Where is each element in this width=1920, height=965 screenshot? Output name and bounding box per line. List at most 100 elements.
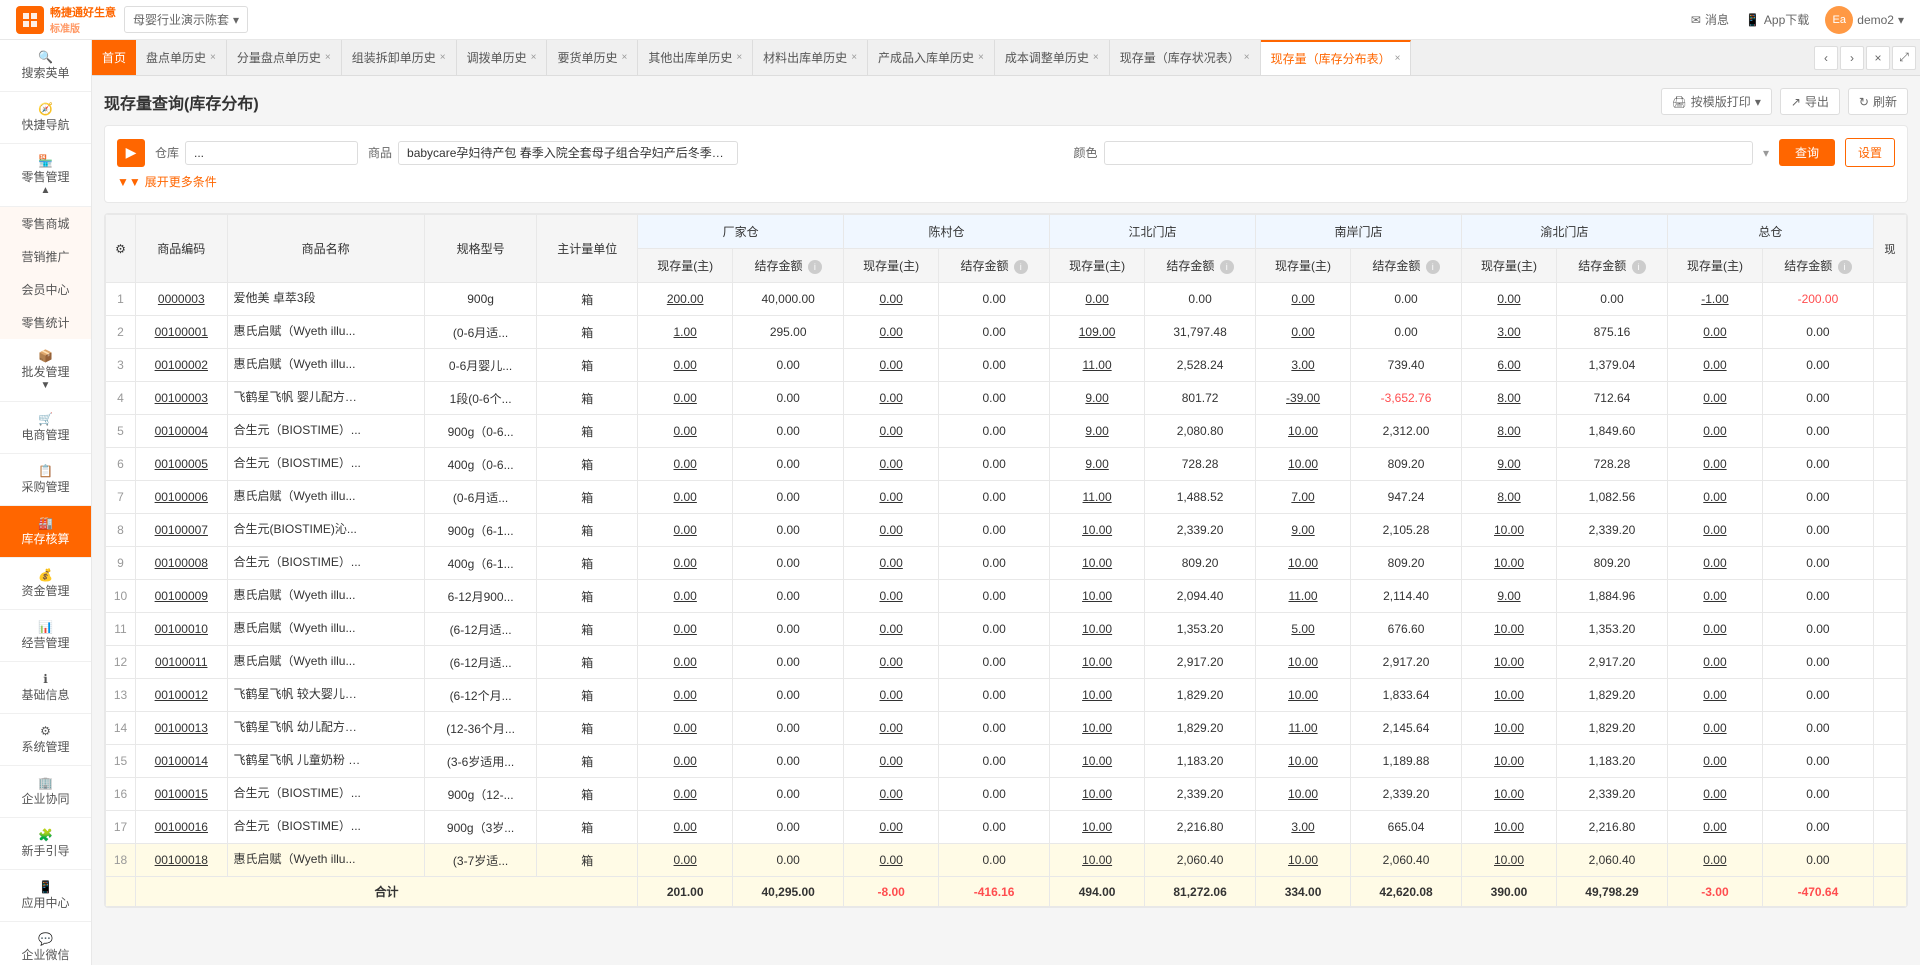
summary-f-amt: 40,295.00 xyxy=(733,877,844,907)
total-amt-info-icon[interactable]: i xyxy=(1838,260,1852,274)
tab-prev-btn[interactable]: ‹ xyxy=(1814,46,1838,70)
expand-arrow[interactable]: ▶ xyxy=(117,139,145,167)
table-row: 16 00100015 合生元（BIOSTIME）... 900g（12-...… xyxy=(106,778,1907,811)
settings-col-header: ⚙ xyxy=(106,215,136,283)
sidebar-item-retail-mall[interactable]: 零售商城 xyxy=(0,207,91,240)
print-btn[interactable]: 🖨 按模版打印 ▾ xyxy=(1661,88,1772,115)
logo-text: 畅捷通好生意 标准版 xyxy=(50,4,116,35)
tab-close-inventory-single[interactable]: × xyxy=(210,52,216,63)
sidebar-item-finance[interactable]: 💰 资金管理 xyxy=(0,558,91,610)
tab-home[interactable]: 首页 xyxy=(92,40,136,76)
tab-close-stock-dist[interactable]: × xyxy=(1395,53,1401,64)
sidebar-item-shortcut[interactable]: 🧭 快捷导航 xyxy=(0,92,91,144)
nanan-qty-header: 现存量(主) xyxy=(1255,249,1350,283)
tab-close-split-inventory[interactable]: × xyxy=(325,52,331,63)
color-label: 颜色 xyxy=(1074,144,1098,161)
user-menu[interactable]: Ea demo2 ▾ xyxy=(1825,6,1904,34)
chevron-down-icon: ▾ xyxy=(1755,95,1761,109)
tab-close-stock-status[interactable]: × xyxy=(1244,52,1250,63)
summary-j-qty: 494.00 xyxy=(1050,877,1145,907)
table-container: ⚙ 商品编码 商品名称 规格型号 主计量单位 厂家仓 陈村仓 江北门店 南岸门店… xyxy=(104,213,1908,908)
top-bar: 畅捷通好生意 标准版 母婴行业演示陈套 ▾ ✉ 消息 📱 App下载 Ea de… xyxy=(0,0,1920,40)
avatar: Ea xyxy=(1825,6,1853,34)
sidebar-item-wholesale[interactable]: 📦 批发管理 ▼ xyxy=(0,339,91,402)
app-download-btn[interactable]: 📱 App下载 xyxy=(1745,11,1809,28)
table-row: 4 00100003 飞鹤星飞帆 婴儿配方奶... 1段(0-6个... 箱 0… xyxy=(106,382,1907,415)
tab-close-group-disassemble[interactable]: × xyxy=(440,52,446,63)
sidebar-item-appstore[interactable]: 📱 应用中心 xyxy=(0,870,91,922)
sidebar-item-basic[interactable]: ℹ 基础信息 xyxy=(0,662,91,714)
yubei-amt-header: 结存金额 i xyxy=(1557,249,1668,283)
tab-close-material-out[interactable]: × xyxy=(851,52,857,63)
yubei-store-header: 渝北门店 xyxy=(1461,215,1667,249)
wechat-icon: 💬 xyxy=(4,932,87,946)
jiangbei-amt-info-icon[interactable]: i xyxy=(1220,260,1234,274)
summary-t-amt: -470.64 xyxy=(1763,877,1874,907)
jiangbei-qty-header: 现存量(主) xyxy=(1050,249,1145,283)
warehouse-label: 仓库 xyxy=(155,144,179,161)
org-selector[interactable]: 母婴行业演示陈套 ▾ xyxy=(124,6,248,33)
appstore-icon: 📱 xyxy=(4,880,87,894)
tab-group-disassemble[interactable]: 组装拆卸单历史 × xyxy=(342,40,457,76)
chevron-down-icon: ▾ xyxy=(233,13,239,27)
nanan-amt-info-icon[interactable]: i xyxy=(1426,260,1440,274)
yubei-amt-info-icon[interactable]: i xyxy=(1632,260,1646,274)
sidebar-item-wechat[interactable]: 💬 企业微信 xyxy=(0,922,91,965)
expand-conditions-btn[interactable]: ▼▼ 展开更多条件 xyxy=(117,173,1895,190)
tab-close-cost-adjust[interactable]: × xyxy=(1093,52,1099,63)
tab-cost-adjust[interactable]: 成本调整单历史 × xyxy=(995,40,1110,76)
tab-close-request[interactable]: × xyxy=(621,52,627,63)
setting-button[interactable]: 设置 xyxy=(1845,138,1895,167)
tab-close-other-out[interactable]: × xyxy=(736,52,742,63)
sidebar-item-search[interactable]: 🔍 搜索英单 xyxy=(0,40,91,92)
sidebar-item-retail-mgmt[interactable]: 🏪 零售管理 ▲ xyxy=(0,144,91,207)
sidebar-item-ecommerce[interactable]: 🛒 电商管理 xyxy=(0,402,91,454)
message-btn[interactable]: ✉ 消息 xyxy=(1691,11,1729,28)
logo-area: 畅捷通好生意 标准版 xyxy=(16,4,116,35)
tab-close-all-btn[interactable]: × xyxy=(1866,46,1890,70)
sidebar-item-system[interactable]: ⚙ 系统管理 xyxy=(0,714,91,766)
refresh-btn[interactable]: ↻ 刷新 xyxy=(1848,88,1908,115)
tab-request[interactable]: 要货单历史 × xyxy=(547,40,638,76)
chevron-down-icon: ▾ xyxy=(1763,146,1769,160)
tab-close-product-in[interactable]: × xyxy=(978,52,984,63)
query-button[interactable]: 查询 xyxy=(1779,139,1835,166)
sidebar-item-member[interactable]: 会员中心 xyxy=(0,273,91,306)
tab-split-inventory[interactable]: 分量盘点单历史 × xyxy=(227,40,342,76)
export-btn[interactable]: ↗ 导出 xyxy=(1780,88,1840,115)
tab-material-out[interactable]: 材料出库单历史 × xyxy=(753,40,868,76)
enterprise-icon: 🏢 xyxy=(4,776,87,790)
sidebar-item-purchase[interactable]: 📋 采购管理 xyxy=(0,454,91,506)
tab-transfer[interactable]: 调拨单历史 × xyxy=(457,40,548,76)
name-col-header: 商品名称 xyxy=(227,215,424,283)
summary-row: 合计 201.00 40,295.00 -8.00 -416.16 494.00… xyxy=(106,877,1907,907)
tab-close-transfer[interactable]: × xyxy=(531,52,537,63)
table-row: 5 00100004 合生元（BIOSTIME）... 900g（0-6... … xyxy=(106,415,1907,448)
table-row: 17 00100016 合生元（BIOSTIME）... 900g（3岁... … xyxy=(106,811,1907,844)
warehouse-search-item: 仓库 xyxy=(155,141,358,165)
top-bar-left: 畅捷通好生意 标准版 母婴行业演示陈套 ▾ xyxy=(16,4,248,35)
tab-bar: 首页 盘点单历史 × 分量盘点单历史 × 组装拆卸单历史 × 调拨单历史 × 要… xyxy=(92,40,1920,76)
tab-product-in[interactable]: 产成品入库单历史 × xyxy=(868,40,995,76)
sidebar-item-enterprise[interactable]: 🏢 企业协同 xyxy=(0,766,91,818)
sidebar-item-marketing[interactable]: 营销推广 xyxy=(0,240,91,273)
tab-next-btn[interactable]: › xyxy=(1840,46,1864,70)
total-qty-header: 现存量(主) xyxy=(1667,249,1762,283)
chevron-down-icon: ▾ xyxy=(1898,13,1904,27)
factory-amt-info-icon[interactable]: i xyxy=(808,260,822,274)
tab-stock-dist[interactable]: 现存量（库存分布表） × xyxy=(1261,40,1412,76)
sidebar-item-operations[interactable]: 📊 经营管理 xyxy=(0,610,91,662)
sidebar-item-retail-stats[interactable]: 零售统计 xyxy=(0,306,91,339)
tab-stock-status[interactable]: 现存量（库存状况表） × xyxy=(1110,40,1261,76)
mountain-amt-info-icon[interactable]: i xyxy=(1014,260,1028,274)
purchase-icon: 📋 xyxy=(4,464,87,478)
tab-other-out[interactable]: 其他出库单历史 × xyxy=(638,40,753,76)
sidebar-item-guide[interactable]: 🧩 新手引导 xyxy=(0,818,91,870)
tab-inventory-single[interactable]: 盘点单历史 × xyxy=(136,40,227,76)
sidebar-item-inventory[interactable]: 🏭 库存核算 xyxy=(0,506,91,558)
product-input[interactable] xyxy=(398,141,738,165)
tab-expand-btn[interactable]: ⤢ xyxy=(1892,46,1916,70)
warehouse-input[interactable] xyxy=(185,141,358,165)
operations-icon: 📊 xyxy=(4,620,87,634)
color-input[interactable] xyxy=(1104,141,1753,165)
